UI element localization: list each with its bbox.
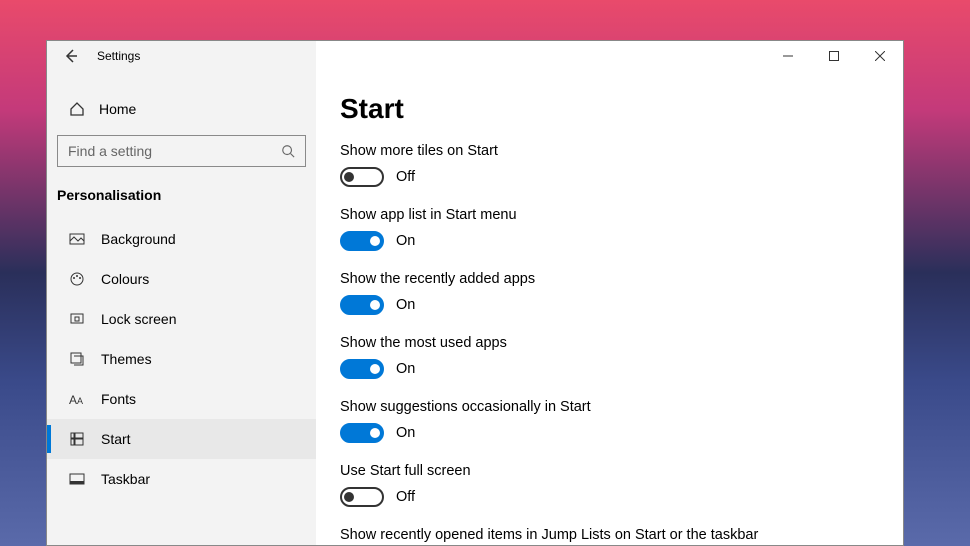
setting-jump-lists: Show recently opened items in Jump Lists… bbox=[340, 527, 879, 545]
nav-label: Fonts bbox=[101, 391, 136, 407]
lock-screen-icon bbox=[69, 311, 85, 327]
setting-label: Use Start full screen bbox=[340, 463, 879, 479]
setting-label: Show more tiles on Start bbox=[340, 143, 879, 159]
back-button[interactable] bbox=[51, 41, 91, 71]
setting-label: Show the most used apps bbox=[340, 335, 879, 351]
toggle-state: On bbox=[396, 425, 415, 441]
page-title: Start bbox=[340, 93, 879, 125]
nav-label: Taskbar bbox=[101, 471, 150, 487]
setting-recently-added: Show the recently added apps On bbox=[340, 271, 879, 315]
close-icon bbox=[875, 51, 885, 61]
titlebar-left: Settings bbox=[47, 41, 316, 71]
setting-label: Show the recently added apps bbox=[340, 271, 879, 287]
setting-more-tiles: Show more tiles on Start Off bbox=[340, 143, 879, 187]
sidebar-home[interactable]: Home bbox=[47, 93, 316, 125]
nav-label: Background bbox=[101, 231, 176, 247]
setting-most-used: Show the most used apps On bbox=[340, 335, 879, 379]
setting-suggestions: Show suggestions occasionally in Start O… bbox=[340, 399, 879, 443]
nav-label: Colours bbox=[101, 271, 149, 287]
home-icon bbox=[69, 101, 85, 117]
search-box[interactable] bbox=[57, 135, 306, 167]
setting-full-screen: Use Start full screen Off bbox=[340, 463, 879, 507]
toggle-state: On bbox=[396, 233, 415, 249]
window-controls bbox=[765, 41, 903, 71]
minimize-icon bbox=[783, 51, 793, 61]
nav-item-lock-screen[interactable]: Lock screen bbox=[47, 299, 316, 339]
close-button[interactable] bbox=[857, 41, 903, 71]
nav-item-colours[interactable]: Colours bbox=[47, 259, 316, 299]
themes-icon bbox=[69, 351, 85, 367]
toggle-full-screen[interactable] bbox=[340, 487, 384, 507]
toggle-state: On bbox=[396, 361, 415, 377]
minimize-button[interactable] bbox=[765, 41, 811, 71]
settings-window: Settings Home Personalisation Background… bbox=[46, 40, 904, 546]
nav: Background Colours Lock screen Themes AA… bbox=[47, 219, 316, 499]
toggle-most-used[interactable] bbox=[340, 359, 384, 379]
svg-text:A: A bbox=[77, 396, 83, 406]
toggle-state: Off bbox=[396, 489, 415, 505]
setting-label: Show suggestions occasionally in Start bbox=[340, 399, 879, 415]
sidebar: Settings Home Personalisation Background… bbox=[47, 41, 316, 545]
toggle-state: Off bbox=[396, 169, 415, 185]
nav-item-background[interactable]: Background bbox=[47, 219, 316, 259]
start-icon bbox=[69, 431, 85, 447]
sidebar-home-label: Home bbox=[99, 101, 136, 117]
setting-label: Show recently opened items in Jump Lists… bbox=[340, 527, 879, 543]
palette-icon bbox=[69, 271, 85, 287]
taskbar-icon bbox=[69, 471, 85, 487]
svg-text:A: A bbox=[69, 393, 77, 406]
section-title: Personalisation bbox=[47, 167, 316, 209]
window-title: Settings bbox=[97, 49, 140, 63]
nav-label: Lock screen bbox=[101, 311, 176, 327]
toggle-more-tiles[interactable] bbox=[340, 167, 384, 187]
content: Start Show more tiles on Start Off Show … bbox=[316, 41, 903, 545]
search-input[interactable] bbox=[68, 143, 281, 159]
toggle-recently-added[interactable] bbox=[340, 295, 384, 315]
nav-label: Start bbox=[101, 431, 131, 447]
maximize-icon bbox=[829, 51, 839, 61]
setting-label: Show app list in Start menu bbox=[340, 207, 879, 223]
nav-item-taskbar[interactable]: Taskbar bbox=[47, 459, 316, 499]
picture-icon bbox=[69, 231, 85, 247]
arrow-left-icon bbox=[63, 48, 79, 64]
nav-item-start[interactable]: Start bbox=[47, 419, 316, 459]
fonts-icon: AA bbox=[69, 392, 85, 406]
search-icon bbox=[281, 144, 295, 158]
toggle-state: On bbox=[396, 297, 415, 313]
main-panel: Start Show more tiles on Start Off Show … bbox=[316, 41, 903, 545]
setting-app-list: Show app list in Start menu On bbox=[340, 207, 879, 251]
nav-item-fonts[interactable]: AA Fonts bbox=[47, 379, 316, 419]
maximize-button[interactable] bbox=[811, 41, 857, 71]
nav-item-themes[interactable]: Themes bbox=[47, 339, 316, 379]
nav-label: Themes bbox=[101, 351, 152, 367]
toggle-app-list[interactable] bbox=[340, 231, 384, 251]
toggle-suggestions[interactable] bbox=[340, 423, 384, 443]
